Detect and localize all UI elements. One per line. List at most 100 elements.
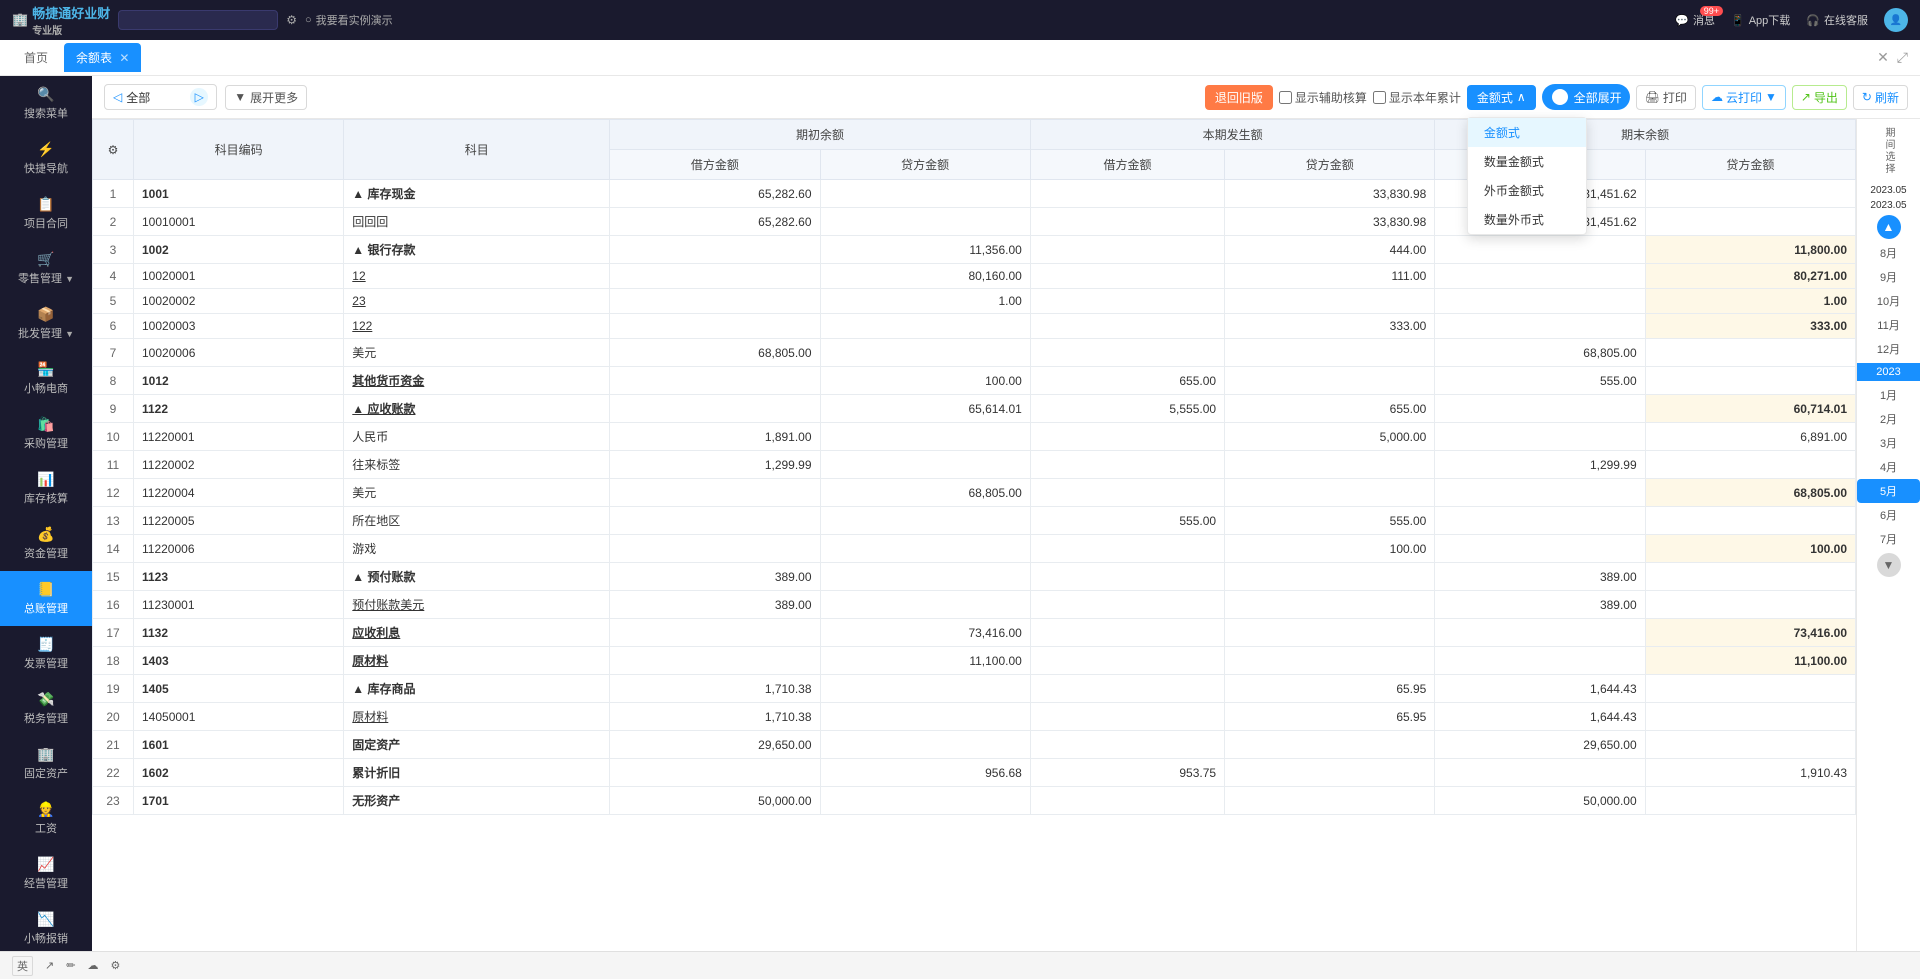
td-account-name: 无形资产 (344, 787, 610, 815)
settings-gear-icon[interactable]: ⚙ (286, 13, 297, 27)
mode-btn[interactable]: 金额式 ∧ (1467, 85, 1536, 110)
expand-btn[interactable]: ▼ 展开更多 (225, 85, 307, 110)
td-cb-debit: 389.00 (1435, 563, 1645, 591)
sidebar-item-contract[interactable]: 📋 项目合同 (0, 186, 92, 241)
td-account-code: 1002 (134, 236, 344, 264)
period-month-10[interactable]: 10月 (1857, 289, 1920, 313)
td-cb-debit (1435, 423, 1645, 451)
show-auxiliary-label[interactable]: 显示辅助核算 (1279, 89, 1367, 106)
cloud-print-icon: ☁ (1711, 90, 1723, 104)
sidebar-item-ecommerce[interactable]: 🏪 小畅电商 (0, 351, 92, 406)
td-account-name[interactable]: 应收利息 (344, 619, 610, 647)
td-cp-credit (1225, 619, 1435, 647)
period-nav-down[interactable]: ▼ (1877, 553, 1901, 577)
period-month-7[interactable]: 7月 (1857, 527, 1920, 551)
status-cloud[interactable]: ☁ (87, 959, 98, 972)
sidebar-item-operation[interactable]: 📈 经营管理 (0, 846, 92, 901)
tab-home[interactable]: 首页 (12, 43, 60, 72)
sidebar-item-invoice[interactable]: 🧾 发票管理 (0, 626, 92, 681)
message-btn[interactable]: 💬 消息 99+ (1675, 12, 1715, 28)
sidebar-item-purchase[interactable]: 🛍️ 采购管理 (0, 406, 92, 461)
print-btn[interactable]: 🖨 打印 (1636, 85, 1696, 110)
tab-balance[interactable]: 余额表 ✕ (64, 43, 141, 72)
period-month-3[interactable]: 3月 (1857, 431, 1920, 455)
tab-bar: 首页 余额表 ✕ ✕ ⤢ (0, 40, 1920, 76)
sidebar-item-assets[interactable]: 🏢 固定资产 (0, 736, 92, 791)
table-row: 13 11220005 所在地区 555.00 555.00 (93, 507, 1856, 535)
service-icon: 🎧 (1806, 14, 1820, 27)
td-account-name[interactable]: 原材料 (344, 703, 610, 731)
dropdown-amount[interactable]: 金额式 (1468, 118, 1586, 147)
td-account-name[interactable]: 12 (344, 264, 610, 289)
td-ob-credit: 73,416.00 (820, 619, 1030, 647)
sidebar-item-retail[interactable]: 🛒 零售管理 ▼ (0, 241, 92, 296)
tab-balance-close[interactable]: ✕ (119, 51, 129, 65)
td-account-name[interactable]: 23 (344, 289, 610, 314)
sidebar-item-capital[interactable]: 💰 资金管理 (0, 516, 92, 571)
period-month-5[interactable]: 5月 (1857, 479, 1920, 503)
app-logo: 🏢 畅捷通好业财 专业版 (12, 3, 110, 37)
show-auxiliary-checkbox[interactable] (1279, 91, 1292, 104)
balance-table: ⚙ 科目编码 科目 期初余额 本 (92, 119, 1856, 815)
search-right-arrow[interactable]: ▷ (190, 88, 208, 106)
refresh-btn[interactable]: ↻ 刷新 (1853, 85, 1908, 110)
th-cp-credit: 贷方金额 (1225, 150, 1435, 180)
period-month-2[interactable]: 2月 (1857, 407, 1920, 431)
td-account-name[interactable]: ▲ 应收账款 (344, 395, 610, 423)
sidebar-item-inventory[interactable]: 📊 库存核算 (0, 461, 92, 516)
td-account-code: 11220001 (134, 423, 344, 451)
user-avatar[interactable]: 👤 (1884, 8, 1908, 32)
sidebar-item-wholesale[interactable]: 📦 批发管理 ▼ (0, 296, 92, 351)
td-account-name: 美元 (344, 339, 610, 367)
td-ob-credit (820, 180, 1030, 208)
top-search-input[interactable] (118, 10, 278, 30)
period-month-4[interactable]: 4月 (1857, 455, 1920, 479)
status-bar: 英 ↗ ✏ ☁ ⚙ (0, 951, 1920, 979)
period-month-12[interactable]: 12月 (1857, 337, 1920, 361)
export-btn[interactable]: ↗ 导出 (1792, 85, 1847, 110)
table-settings-icon[interactable]: ⚙ (101, 138, 125, 162)
period-month-6[interactable]: 6月 (1857, 503, 1920, 527)
period-month-8[interactable]: 8月 (1857, 241, 1920, 265)
toggle-switch[interactable] (1550, 87, 1570, 107)
td-ob-debit (610, 395, 820, 423)
dropdown-foreign-amount[interactable]: 外币金额式 (1468, 176, 1586, 205)
td-account-name[interactable]: 122 (344, 314, 610, 339)
sidebar-item-ledger[interactable]: 📒 总账管理 (0, 571, 92, 626)
table-row: 7 10020006 美元 68,805.00 68,805.00 (93, 339, 1856, 367)
status-edit[interactable]: ✏ (66, 959, 75, 972)
sidebar-item-expense[interactable]: 📉 小畅报销 (0, 901, 92, 951)
dropdown-qty-amount[interactable]: 数量金额式 (1468, 147, 1586, 176)
td-cb-credit: 333.00 (1645, 314, 1855, 339)
cloud-print-btn[interactable]: ☁ 云打印 ▼ (1702, 85, 1786, 110)
period-month-9[interactable]: 9月 (1857, 265, 1920, 289)
td-account-name[interactable]: 原材料 (344, 647, 610, 675)
period-month-1[interactable]: 1月 (1857, 383, 1920, 407)
status-lang[interactable]: 英 (12, 956, 33, 976)
maximize-btn[interactable]: ⤢ (1897, 49, 1908, 66)
status-settings[interactable]: ⚙ (110, 959, 120, 972)
dropdown-qty-foreign[interactable]: 数量外币式 (1468, 205, 1586, 234)
sidebar-item-search[interactable]: 🔍 搜索菜单 (0, 76, 92, 131)
show-ytd-label[interactable]: 显示本年累计 (1373, 89, 1461, 106)
search-input[interactable] (126, 90, 186, 104)
td-account-name[interactable]: 其他货币资金 (344, 367, 610, 395)
online-service-btn[interactable]: 🎧 在线客服 (1806, 12, 1868, 28)
search-left-arrow[interactable]: ◁ (113, 90, 122, 104)
td-cp-debit: 555.00 (1030, 507, 1224, 535)
sidebar-item-tax[interactable]: 💸 税务管理 (0, 681, 92, 736)
period-nav-up[interactable]: ▲ (1877, 215, 1901, 239)
sidebar-item-salary[interactable]: 👷 工资 (0, 791, 92, 846)
show-ytd-checkbox[interactable] (1373, 91, 1386, 104)
period-month-11[interactable]: 11月 (1857, 313, 1920, 337)
return-btn[interactable]: 退回旧版 (1205, 85, 1273, 110)
td-account-name: ▲ 预付账款 (344, 563, 610, 591)
sidebar-item-nav[interactable]: ⚡ 快捷导航 (0, 131, 92, 186)
app-download-btn[interactable]: 📱 App下载 (1731, 12, 1790, 28)
toggle-expand[interactable]: 全部展开 (1542, 84, 1630, 110)
close-window-btn[interactable]: ✕ (1877, 49, 1889, 66)
demo-link[interactable]: ○ 我要看实例演示 (305, 12, 393, 28)
td-account-code: 1122 (134, 395, 344, 423)
td-account-name[interactable]: 预付账款美元 (344, 591, 610, 619)
status-link[interactable]: ↗ (45, 959, 54, 972)
